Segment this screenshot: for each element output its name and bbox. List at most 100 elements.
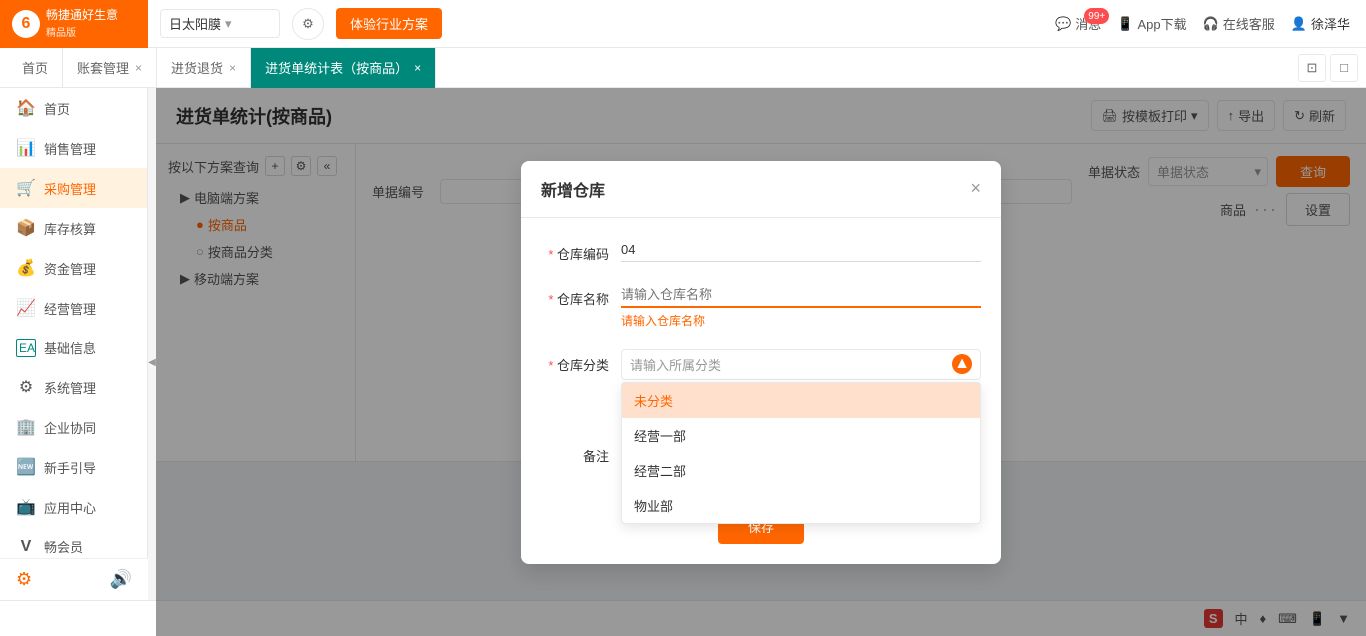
tab-accounts[interactable]: 账套管理 ×: [63, 48, 157, 88]
warehouse-category-select[interactable]: 请输入所属分类 ▲: [621, 349, 981, 380]
dropdown-item-unclassified[interactable]: 未分类: [622, 383, 980, 418]
warehouse-category-wrap: 请输入所属分类 ▲ 未分类 经营一部 经营二部 物业部: [621, 349, 981, 380]
content-area: 进货单统计(按商品) 🖨 按模板打印 ▾ ↑ 导出 ↻ 刷新: [156, 88, 1366, 636]
notifications-badge: 99+: [1084, 8, 1109, 24]
sidebar-base-label: 基础信息: [44, 338, 96, 357]
tab-bar: 首页 账套管理 × 进货退货 × 进货单统计表（按商品） × ⊡ □: [0, 48, 1366, 88]
warehouse-category-placeholder: 请输入所属分类: [630, 358, 721, 373]
user-menu[interactable]: 👤 徐泽华: [1291, 14, 1350, 33]
sidebar-item-base[interactable]: EA 基础信息: [0, 328, 147, 367]
warehouse-name-wrap: 请输入仓库名称: [621, 283, 981, 329]
user-name: 徐泽华: [1311, 14, 1350, 33]
sidebar-item-sales[interactable]: 📊 销售管理: [0, 128, 147, 168]
tab-accounts-label: 账套管理: [77, 58, 129, 77]
customer-service-label: 在线客服: [1223, 14, 1275, 33]
sidebar-item-home[interactable]: 🏠 首页: [0, 88, 147, 128]
member-icon: V: [16, 538, 36, 556]
logo-sub: 精品版: [46, 24, 118, 39]
tab-maximize-button[interactable]: □: [1330, 54, 1358, 82]
dialog-header: 新增仓库 ×: [521, 161, 1001, 218]
tab-purchase-stats[interactable]: 进货单统计表（按商品） ×: [251, 48, 436, 88]
store-selector[interactable]: 日太阳膜 ▾: [160, 9, 280, 38]
tab-purchase-return-label: 进货退货: [171, 58, 223, 77]
sidebar-item-inventory[interactable]: 📦 库存核算: [0, 208, 147, 248]
sales-icon: 📊: [16, 138, 36, 158]
sidebar-toggle[interactable]: ◀: [148, 88, 156, 636]
sidebar-operation-label: 经营管理: [44, 299, 96, 318]
dialog-body: 仓库编码 仓库名称 请输入仓库名称: [521, 218, 1001, 505]
top-header: 6 畅捷通好生意 精品版 日太阳膜 ▾ ⚙ 体验行业方案 💬 消息 99+ 📱 …: [0, 0, 1366, 48]
mobile-icon: 📱: [1117, 16, 1133, 32]
sidebar-sales-label: 销售管理: [44, 139, 96, 158]
customer-service-button[interactable]: 🎧 在线客服: [1203, 14, 1275, 33]
sidebar-purchase-label: 采购管理: [44, 179, 96, 198]
chevron-left-icon: ◀: [148, 357, 156, 368]
appcenter-icon: 📺: [16, 497, 36, 517]
warehouse-name-row: 仓库名称 请输入仓库名称: [541, 283, 981, 329]
sidebar-appcenter-label: 应用中心: [44, 498, 96, 517]
bell-icon: 💬: [1055, 16, 1071, 32]
sidebar-finance-label: 资金管理: [44, 259, 96, 278]
user-icon: 👤: [1291, 16, 1307, 32]
app-download-label: App下载: [1137, 14, 1186, 33]
sidebar-item-purchase[interactable]: 🛒 采购管理: [0, 168, 147, 208]
tab-restore-button[interactable]: ⊡: [1298, 54, 1326, 82]
tab-purchase-stats-close[interactable]: ×: [414, 61, 421, 75]
warehouse-code-input[interactable]: [621, 238, 981, 262]
sidebar-item-appcenter[interactable]: 📺 应用中心: [0, 487, 147, 527]
dropdown-item-dept3[interactable]: 物业部: [622, 488, 980, 523]
tab-purchase-stats-label: 进货单统计表（按商品）: [265, 58, 408, 77]
tab-purchase-return-close[interactable]: ×: [229, 61, 236, 75]
sidebar-item-enterprise[interactable]: 🏢 企业协同: [0, 407, 147, 447]
dropdown-item-dept1[interactable]: 经营一部: [622, 418, 980, 453]
tab-home[interactable]: 首页: [8, 48, 63, 88]
finance-icon: 💰: [16, 258, 36, 278]
warehouse-name-error: 请输入仓库名称: [621, 312, 981, 329]
sidebar-inventory-label: 库存核算: [44, 219, 96, 238]
inventory-icon: 📦: [16, 218, 36, 238]
sidebar-home-label: 首页: [44, 99, 70, 118]
sidebar-guide-label: 新手引导: [44, 458, 96, 477]
warehouse-code-row: 仓库编码: [541, 238, 981, 263]
main-layout: 🏠 首页 📊 销售管理 🛒 采购管理 📦 库存核算 💰 资金管理 📈 经营管理 …: [0, 88, 1366, 636]
trial-button[interactable]: 体验行业方案: [336, 8, 442, 39]
chevron-down-icon: ▾: [225, 16, 232, 32]
sidebar: 🏠 首页 📊 销售管理 🛒 采购管理 📦 库存核算 💰 资金管理 📈 经营管理 …: [0, 88, 148, 636]
store-name: 日太阳膜: [169, 14, 221, 33]
enterprise-icon: 🏢: [16, 417, 36, 437]
warehouse-name-label: 仓库名称: [541, 283, 621, 308]
warehouse-category-label: 仓库分类: [541, 349, 621, 374]
operation-icon: 📈: [16, 298, 36, 318]
system-icon: ⚙: [16, 377, 36, 397]
logo-area: 6 畅捷通好生意 精品版: [0, 0, 148, 48]
guide-icon: 🆕: [16, 457, 36, 477]
dialog-overlay: 新增仓库 × 仓库编码 仓库名称: [156, 88, 1366, 636]
warehouse-category-row: 仓库分类 请输入所属分类 ▲ 未分类 经营一部 经营二部 物业: [541, 349, 981, 380]
sidebar-item-system[interactable]: ⚙ 系统管理: [0, 367, 147, 407]
sidebar-item-guide[interactable]: 🆕 新手引导: [0, 447, 147, 487]
logo-icon: 6: [12, 10, 40, 38]
tab-bar-actions: ⊡ □: [1298, 54, 1358, 82]
sidebar-enterprise-label: 企业协同: [44, 418, 96, 437]
tab-home-label: 首页: [22, 58, 48, 77]
dialog-title: 新增仓库: [541, 177, 605, 201]
dropdown-item-dept2[interactable]: 经营二部: [622, 453, 980, 488]
tab-purchase-return[interactable]: 进货退货 ×: [157, 48, 251, 88]
sidebar-member-label: 畅会员: [44, 537, 83, 556]
gear-button[interactable]: ⚙: [292, 8, 324, 40]
sidebar-item-finance[interactable]: 💰 资金管理: [0, 248, 147, 288]
home-icon: 🏠: [16, 98, 36, 118]
warehouse-name-input[interactable]: [621, 283, 981, 308]
app-download-button[interactable]: 📱 App下载: [1117, 14, 1186, 33]
sidebar-system-label: 系统管理: [44, 378, 96, 397]
notes-label: 备注: [541, 440, 621, 465]
tab-accounts-close[interactable]: ×: [135, 61, 142, 75]
chevron-up-icon: ▲: [952, 354, 972, 374]
settings-bottom-icon[interactable]: ⚙: [16, 569, 32, 590]
header-right: 💬 消息 99+ 📱 App下载 🎧 在线客服 👤 徐泽华: [1055, 14, 1350, 33]
notifications-button[interactable]: 💬 消息 99+: [1055, 14, 1101, 33]
sidebar-item-operation[interactable]: 📈 经营管理: [0, 288, 147, 328]
dialog-close-button[interactable]: ×: [970, 178, 981, 199]
logo-text: 畅捷通好生意: [46, 8, 118, 24]
speaker-icon[interactable]: 🔊: [110, 569, 132, 590]
